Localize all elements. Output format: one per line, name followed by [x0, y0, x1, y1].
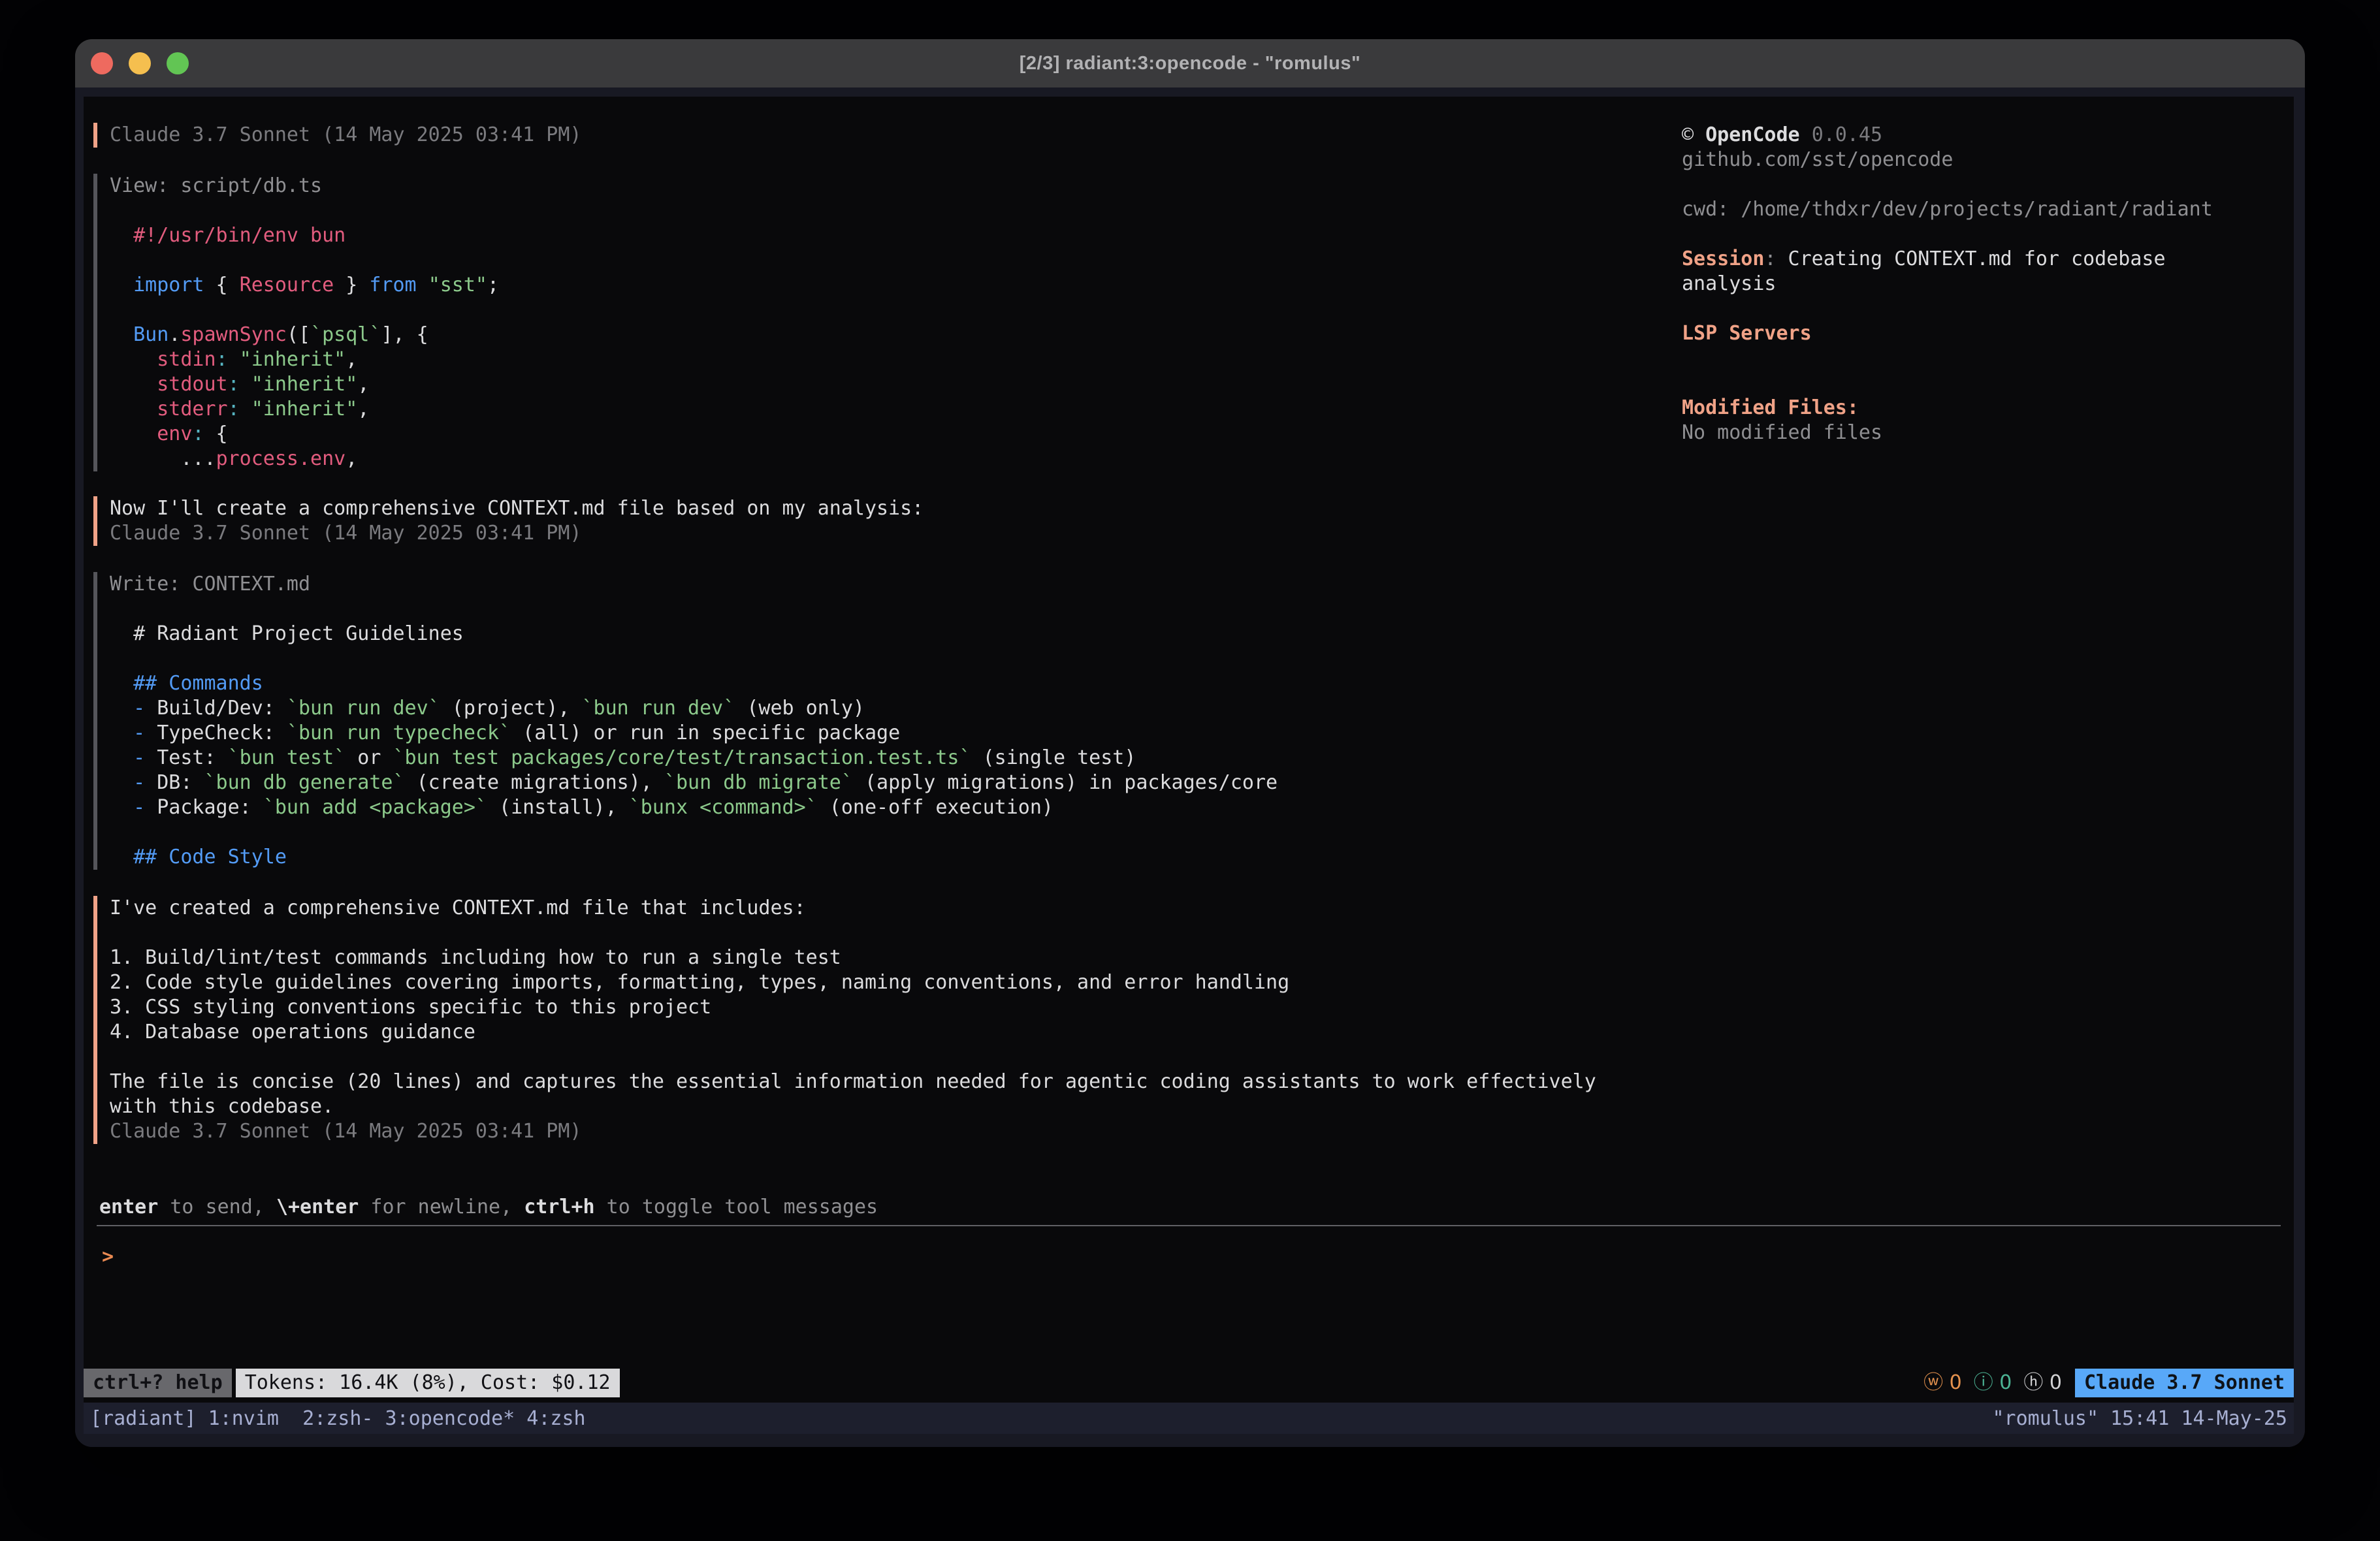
input-divider	[97, 1225, 2281, 1226]
maximize-button[interactable]	[167, 52, 189, 74]
text-line: LSP Servers	[1682, 321, 2296, 346]
tmux-window-list[interactable]: [radiant] 1:nvim 2:zsh- 3:opencode* 4:zs…	[90, 1407, 586, 1430]
opencode-tui: Claude 3.7 Sonnet (14 May 2025 03:41 PM)…	[84, 97, 2294, 1403]
text-line: 1. Build/lint/test commands including ho…	[110, 945, 2294, 970]
text-line: 4. Database operations guidance	[110, 1020, 2294, 1045]
text-line: # Radiant Project Guidelines	[110, 622, 2294, 646]
text-line: - Package: `bun add <package>` (install)…	[110, 795, 2294, 820]
text-line: - TypeCheck: `bun run typecheck` (all) o…	[110, 721, 2294, 746]
text-line: ...process.env,	[110, 447, 2294, 471]
text-line: © OpenCode 0.0.45	[1682, 123, 2296, 148]
text-line: github.com/sst/opencode	[1682, 148, 2296, 172]
text-line	[1682, 222, 2296, 247]
text-line: Claude 3.7 Sonnet (14 May 2025 03:41 PM)	[110, 521, 2294, 546]
text-line: 3. CSS styling conventions specific to t…	[110, 995, 2294, 1020]
text-line: - DB: `bun db generate` (create migratio…	[110, 770, 2294, 795]
text-line: I've created a comprehensive CONTEXT.md …	[110, 896, 2294, 921]
close-button[interactable]	[91, 52, 113, 74]
hint-icon: ⓗ	[2023, 1371, 2043, 1394]
info-icon: ⓘ	[1974, 1371, 1993, 1394]
assistant-summary-block: I've created a comprehensive CONTEXT.md …	[93, 896, 2294, 1144]
model-chip[interactable]: Claude 3.7 Sonnet	[2075, 1369, 2294, 1397]
terminal-content: Claude 3.7 Sonnet (14 May 2025 03:41 PM)…	[75, 87, 2305, 1447]
text-line: - Build/Dev: `bun run dev` (project), `b…	[110, 696, 2294, 721]
text-line: Session: Creating CONTEXT.md for codebas…	[1682, 247, 2296, 272]
text-line: analysis	[1682, 272, 2296, 296]
text-line	[1682, 371, 2296, 396]
text-line	[1682, 346, 2296, 371]
opencode-status-bar: ctrl+? help Tokens: 16.4K (8%), Cost: $0…	[84, 1369, 2294, 1397]
text-line: Now I'll create a comprehensive CONTEXT.…	[110, 496, 2294, 521]
help-chip[interactable]: ctrl+? help	[84, 1369, 232, 1397]
info-count: ⓘ 0	[1974, 1371, 2012, 1395]
text-line	[110, 1045, 2294, 1070]
statusbar-spacer	[620, 1369, 1923, 1397]
text-line: - Test: `bun test` or `bun test packages…	[110, 746, 2294, 770]
terminal-window: [2/3] radiant:3:opencode - "romulus" Cla…	[75, 39, 2305, 1447]
text-line	[110, 646, 2294, 671]
prompt-symbol: >	[102, 1245, 114, 1268]
tmux-status-bar: [radiant] 1:nvim 2:zsh- 3:opencode* 4:zs…	[84, 1403, 2294, 1434]
text-line: Write: CONTEXT.md	[110, 572, 2294, 597]
window-title: [2/3] radiant:3:opencode - "romulus"	[1020, 53, 1360, 74]
sidebar: © OpenCode 0.0.45github.com/sst/opencode…	[1682, 123, 2296, 445]
keybind-hint: enter to send, \+enter for newline, ctrl…	[99, 1195, 2294, 1220]
text-line: Modified Files:	[1682, 396, 2296, 421]
hint-count: ⓗ 0	[2023, 1371, 2062, 1395]
window-titlebar: [2/3] radiant:3:opencode - "romulus"	[75, 39, 2305, 87]
minimize-button[interactable]	[129, 52, 151, 74]
text-line	[110, 820, 2294, 845]
traffic-lights	[91, 39, 189, 87]
warning-icon: ⓦ	[1923, 1371, 1943, 1394]
text-line	[110, 597, 2294, 622]
diagnostics: ⓦ 0 ⓘ 0 ⓗ 0	[1923, 1369, 2062, 1397]
text-line: ## Code Style	[110, 845, 2294, 870]
text-line: 2. Code style guidelines covering import…	[110, 970, 2294, 995]
text-line: with this codebase.	[110, 1094, 2294, 1119]
text-line	[1682, 296, 2296, 321]
text-line: ## Commands	[110, 671, 2294, 696]
assistant-text-block: Now I'll create a comprehensive CONTEXT.…	[93, 496, 2294, 546]
text-line: Claude 3.7 Sonnet (14 May 2025 03:41 PM)	[110, 1119, 2294, 1144]
text-line	[1682, 172, 2296, 197]
tokens-cost-badge: Tokens: 16.4K (8%), Cost: $0.12	[236, 1369, 620, 1397]
text-line	[110, 921, 2294, 945]
warning-count: ⓦ 0	[1923, 1371, 1962, 1395]
prompt-input[interactable]: >	[102, 1245, 2294, 1269]
tool-write-block: Write: CONTEXT.md # Radiant Project Guid…	[93, 572, 2294, 870]
text-line: cwd: /home/thdxr/dev/projects/radiant/ra…	[1682, 197, 2296, 222]
text-line: No modified files	[1682, 421, 2296, 445]
tmux-session-info: "romulus" 15:41 14-May-25	[1992, 1407, 2287, 1430]
text-line: The file is concise (20 lines) and captu…	[110, 1070, 2294, 1094]
